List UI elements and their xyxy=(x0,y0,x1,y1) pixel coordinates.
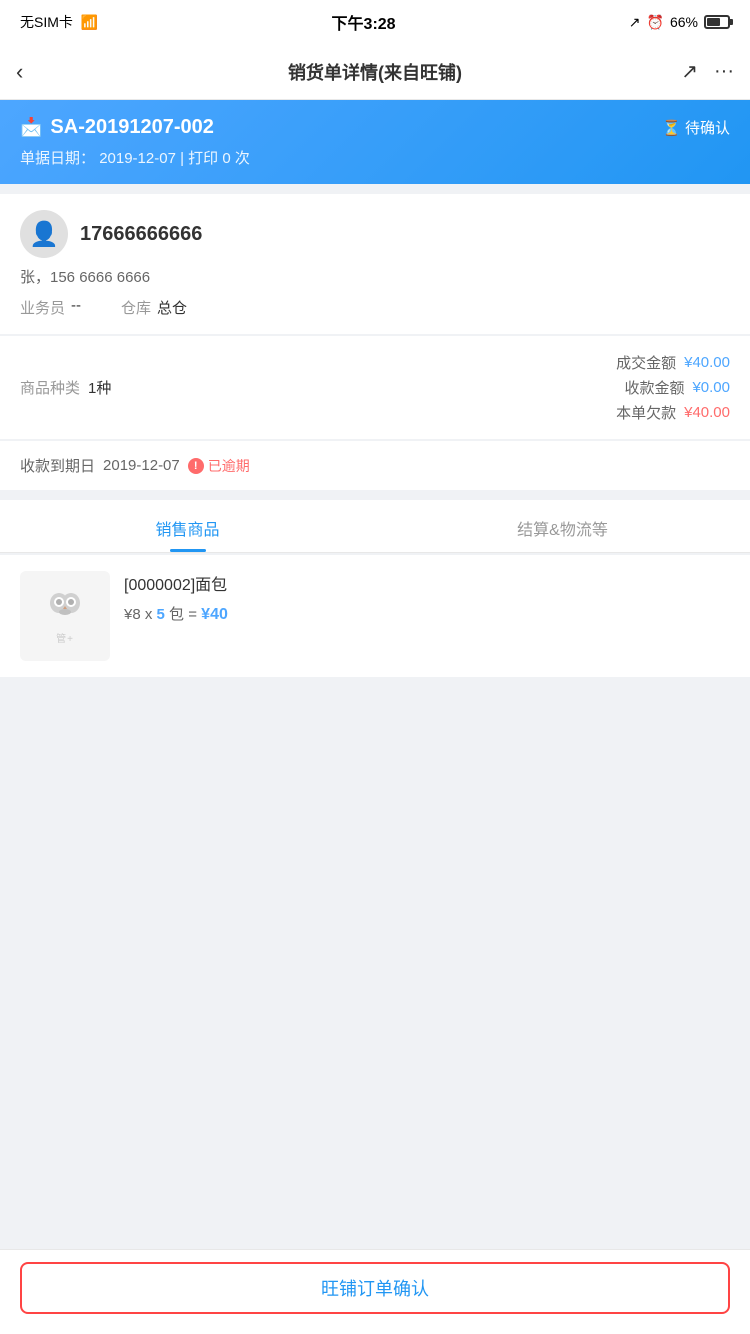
sales-value: -- xyxy=(71,297,81,318)
sales-meta: 业务员 -- xyxy=(20,297,81,318)
back-button[interactable]: ‹ xyxy=(8,51,31,93)
more-button[interactable]: ··· xyxy=(714,60,734,83)
product-thumbnail: 管+ xyxy=(20,571,110,661)
product-qty: 5 xyxy=(157,606,165,623)
deal-amount-value: ¥40.00 xyxy=(684,354,730,371)
deal-amount-row: 成交金额 ¥40.00 xyxy=(616,352,730,373)
battery-percent: 66% xyxy=(670,14,698,30)
bottom-bar: 旺铺订单确认 xyxy=(0,1249,750,1334)
order-date: 2019-12-07 xyxy=(99,150,176,167)
order-header-card: 📩 SA-20191207-002 ⏳ 待确认 单据日期： 2019-12-07… xyxy=(0,100,750,184)
customer-header: 👤 17666666666 xyxy=(20,210,730,258)
warehouse-meta: 仓库 总仓 xyxy=(121,297,187,318)
tab-products[interactable]: 销售商品 xyxy=(0,500,375,552)
debt-amount-row: 本单欠款 ¥40.00 xyxy=(616,402,730,423)
share-button[interactable]: ↗︎ xyxy=(681,59,698,84)
tab-products-label: 销售商品 xyxy=(155,522,219,539)
product-unit: 包 xyxy=(169,606,184,623)
product-price: ¥8 xyxy=(124,606,141,623)
tab-settlement-label: 结算&物流等 xyxy=(517,522,608,539)
tab-settlement[interactable]: 结算&物流等 xyxy=(375,500,750,552)
order-id: 📩 SA-20191207-002 xyxy=(20,116,214,139)
status-left: 无SIM卡 📶 xyxy=(20,12,98,32)
status-text: 待确认 xyxy=(685,117,730,138)
product-price-line: ¥8 x 5 包 = ¥40 xyxy=(124,603,730,624)
received-amount-value: ¥0.00 xyxy=(692,379,730,396)
status-right: ↗ ⏰ 66% xyxy=(629,14,730,31)
due-date-value: 2019-12-07 xyxy=(103,457,180,474)
order-date-line: 单据日期： 2019-12-07 | 打印 0 次 xyxy=(20,147,730,168)
product-total: ¥40 xyxy=(201,606,228,623)
clock-icon: ⏳ xyxy=(662,119,681,137)
overdue-badge: ! 已逾期 xyxy=(188,456,250,476)
order-icon: 📩 xyxy=(20,117,42,138)
product-type-value: 1种 xyxy=(88,377,111,398)
order-id-text: SA-20191207-002 xyxy=(50,116,213,139)
nav-bar: ‹ 销货单详情(来自旺铺) ↗︎ ··· xyxy=(0,44,750,100)
debt-amount-value: ¥40.00 xyxy=(684,404,730,421)
wifi-icon: 📶 xyxy=(81,14,98,31)
overdue-text: 已逾期 xyxy=(208,456,250,476)
customer-phone: 17666666666 xyxy=(80,223,202,246)
list-item: 管+ [0000002]面包 ¥8 x 5 包 = ¥40 xyxy=(0,555,750,677)
date-label: 单据日期： xyxy=(20,150,95,167)
avatar-icon: 👤 xyxy=(29,220,59,249)
product-list: 管+ [0000002]面包 ¥8 x 5 包 = ¥40 xyxy=(0,555,750,677)
battery-icon xyxy=(704,15,730,29)
amount-right: 成交金额 ¥40.00 收款金额 ¥0.00 本单欠款 ¥40.00 xyxy=(304,352,730,423)
received-amount-label: 收款金额 xyxy=(624,377,684,398)
warehouse-label: 仓库 xyxy=(121,297,151,318)
customer-name: 张，156 6666 6666 xyxy=(20,266,730,287)
sales-label: 业务员 xyxy=(20,297,65,318)
avatar: 👤 xyxy=(20,210,68,258)
amount-section: 商品种类 1种 成交金额 ¥40.00 收款金额 ¥0.00 本单欠款 ¥40.… xyxy=(0,336,750,439)
multiply-sign: x xyxy=(145,606,157,623)
brand-text: 管+ xyxy=(56,630,74,645)
product-info: [0000002]面包 ¥8 x 5 包 = ¥40 xyxy=(124,571,730,624)
customer-meta: 业务员 -- 仓库 总仓 xyxy=(20,297,730,318)
print-info: | 打印 0 次 xyxy=(180,150,250,167)
equals-sign: = xyxy=(188,606,201,623)
owl-logo-icon xyxy=(45,587,85,628)
product-type-label: 商品种类 xyxy=(20,377,80,398)
product-name: [0000002]面包 xyxy=(124,571,730,595)
received-amount-row: 收款金额 ¥0.00 xyxy=(624,377,730,398)
deal-amount-label: 成交金额 xyxy=(616,352,676,373)
overdue-dot-icon: ! xyxy=(188,458,204,474)
due-date-section: 收款到期日 2019-12-07 ! 已逾期 xyxy=(0,441,750,490)
confirm-order-button[interactable]: 旺铺订单确认 xyxy=(20,1262,730,1314)
debt-amount-label: 本单欠款 xyxy=(616,402,676,423)
empty-space xyxy=(0,677,750,877)
order-header-top: 📩 SA-20191207-002 ⏳ 待确认 xyxy=(20,116,730,139)
page-title: 销货单详情(来自旺铺) xyxy=(288,59,462,85)
thumb-inner: 管+ xyxy=(45,587,85,645)
location-icon: ↗ xyxy=(629,14,641,31)
time-display: 下午3:28 xyxy=(332,10,396,34)
tabs-container: 销售商品 结算&物流等 xyxy=(0,500,750,553)
battery-fill xyxy=(707,18,720,26)
due-date-label: 收款到期日 xyxy=(20,455,95,476)
alarm-icon: ⏰ xyxy=(647,14,664,31)
carrier-text: 无SIM卡 xyxy=(20,12,73,32)
customer-card: 👤 17666666666 张，156 6666 6666 业务员 -- 仓库 … xyxy=(0,194,750,334)
nav-actions: ↗︎ ··· xyxy=(681,59,734,84)
product-type: 商品种类 1种 xyxy=(20,352,304,423)
warehouse-value: 总仓 xyxy=(157,297,187,318)
order-status: ⏳ 待确认 xyxy=(662,117,730,138)
status-bar: 无SIM卡 📶 下午3:28 ↗ ⏰ 66% xyxy=(0,0,750,44)
